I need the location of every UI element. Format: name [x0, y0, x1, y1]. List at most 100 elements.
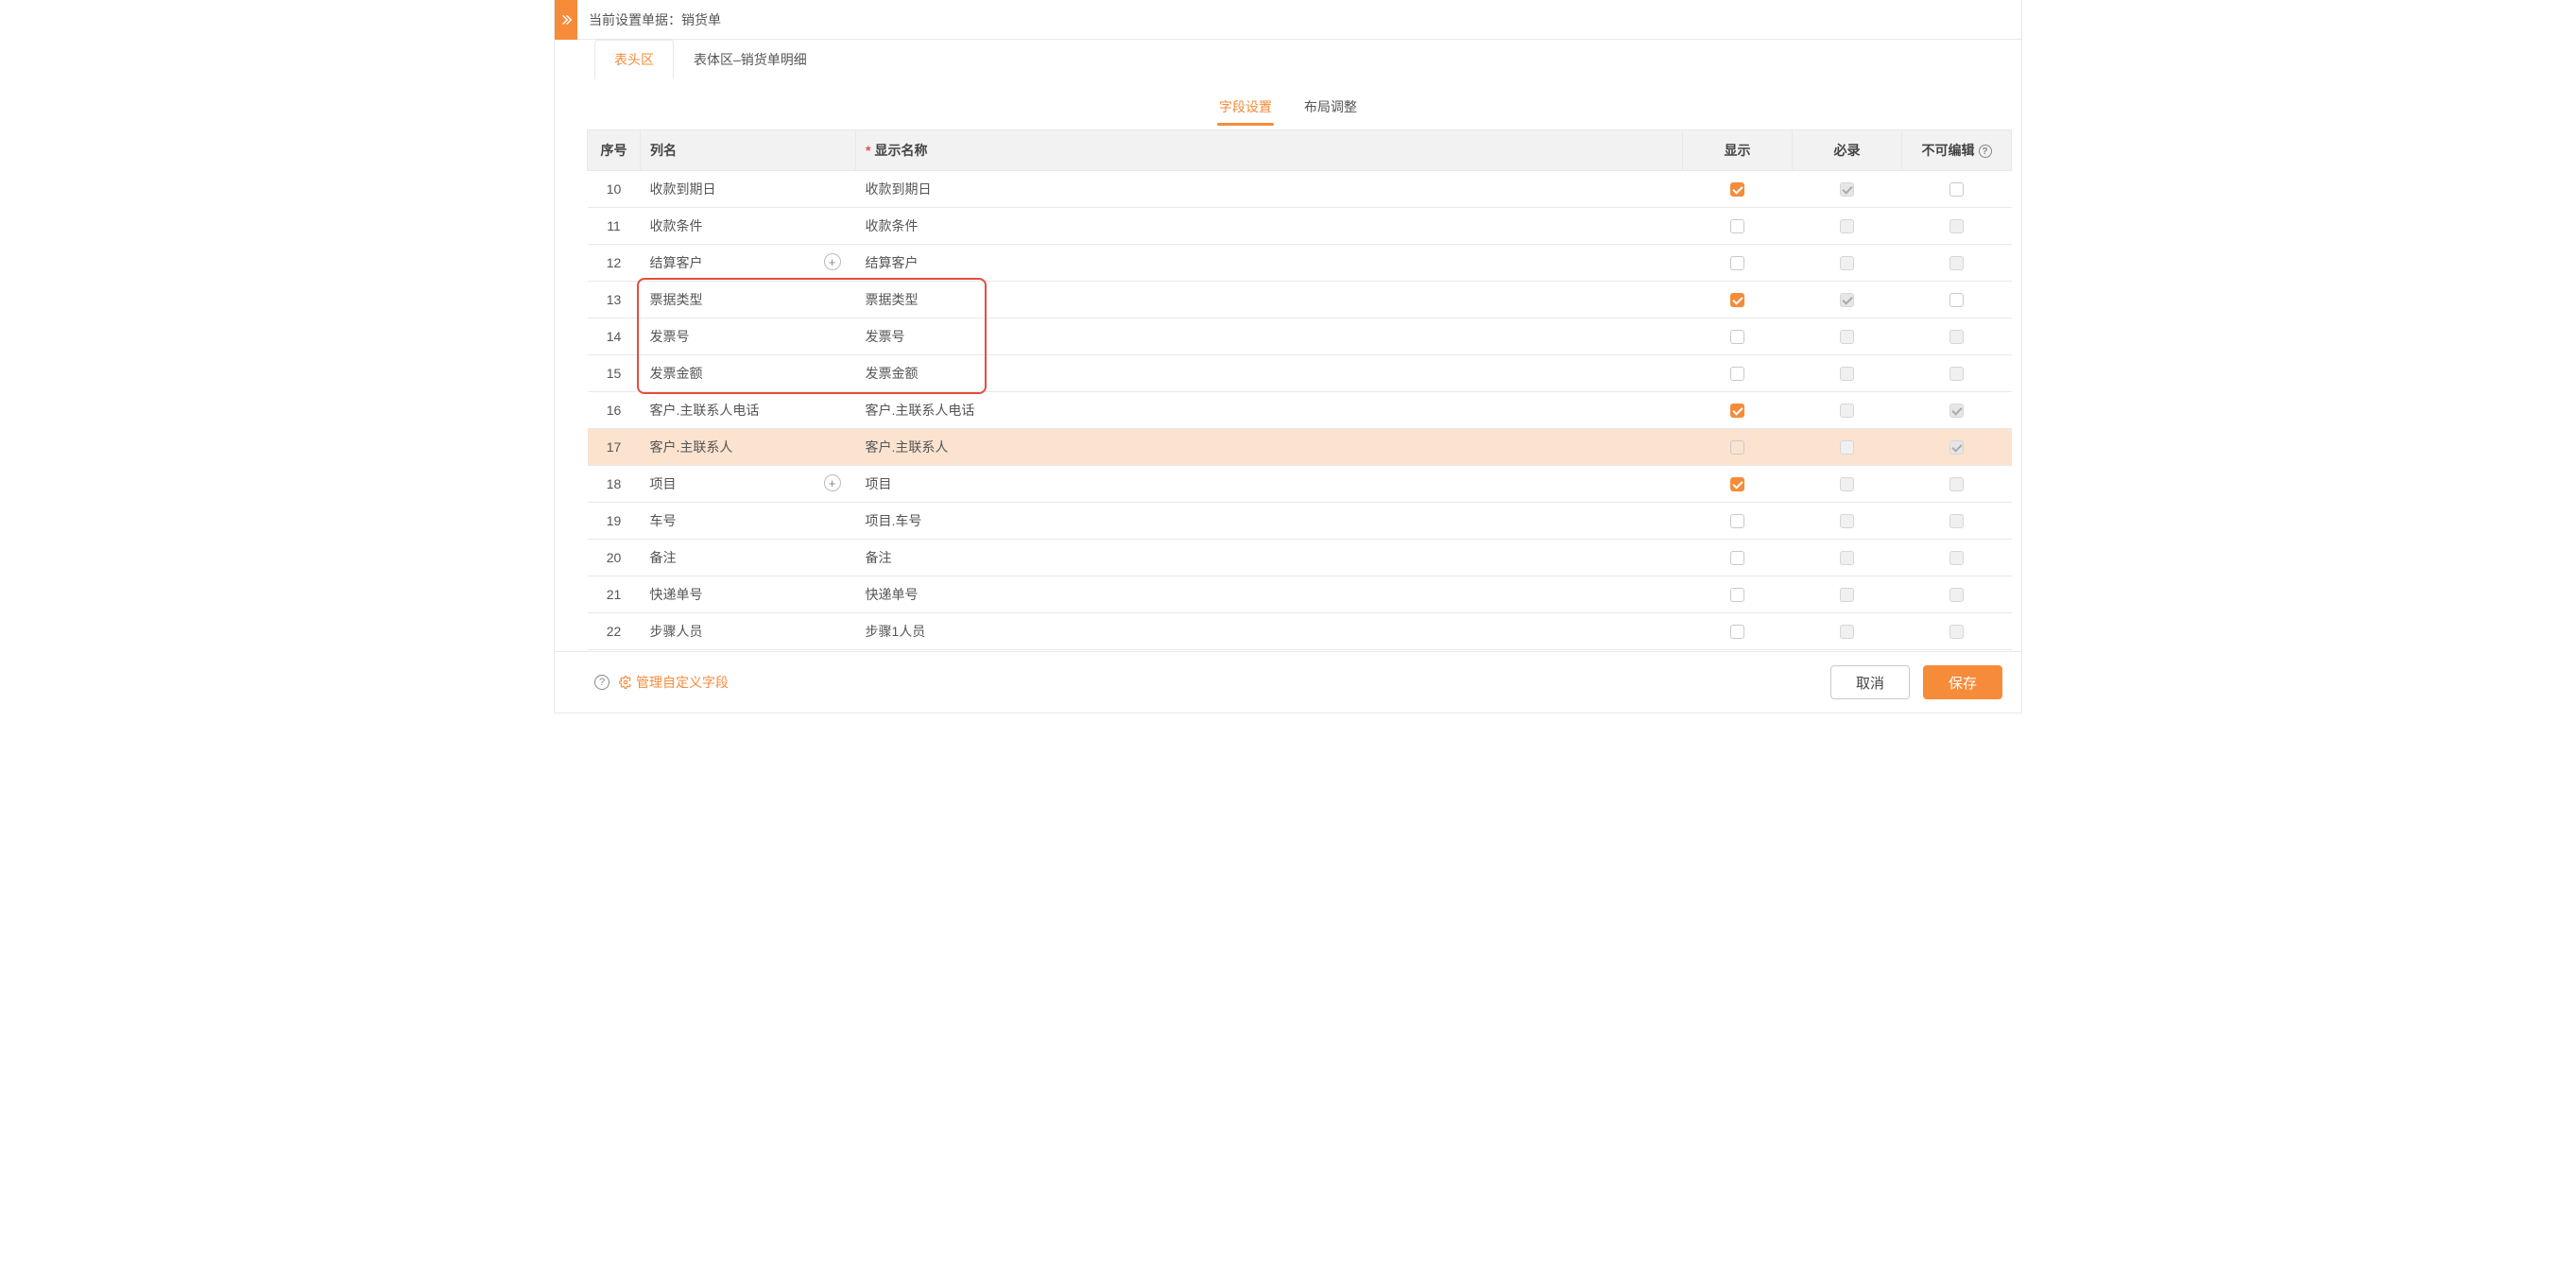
- table-row: 23预收款预收款: [588, 650, 2012, 652]
- cell-show: [1683, 503, 1793, 540]
- cancel-button[interactable]: 取消: [1830, 665, 1910, 699]
- cell-show: [1683, 355, 1793, 392]
- table-row: 19车号项目.车号: [588, 503, 2012, 540]
- cell-readonly: [1902, 503, 2012, 540]
- row-col-name: 客户.主联系人: [641, 429, 856, 466]
- checkbox-show[interactable]: [1730, 219, 1744, 233]
- row-display-name[interactable]: 备注: [856, 540, 1683, 576]
- cell-required: [1793, 540, 1902, 576]
- help-icon[interactable]: ?: [594, 675, 610, 690]
- row-seq: 15: [588, 355, 641, 392]
- cell-readonly: [1902, 282, 2012, 318]
- checkbox-readonly[interactable]: [1949, 182, 1964, 197]
- row-seq: 13: [588, 282, 641, 318]
- cell-show: [1683, 429, 1793, 466]
- row-display-name[interactable]: 客户.主联系人: [856, 429, 1683, 466]
- checkbox-show[interactable]: [1730, 367, 1744, 381]
- col-name-header: 列名: [641, 130, 856, 171]
- manage-link-text: 管理自定义字段: [636, 673, 729, 692]
- col-required-header: 必录: [1793, 130, 1902, 171]
- row-col-name-text: 收款条件: [650, 218, 703, 233]
- checkbox-show[interactable]: [1730, 551, 1744, 565]
- checkbox-show[interactable]: [1730, 514, 1744, 528]
- outer-tabs: 表头区表体区–销货单明细: [555, 39, 2021, 78]
- row-seq: 14: [588, 318, 641, 355]
- cell-show: [1683, 576, 1793, 613]
- save-button[interactable]: 保存: [1923, 665, 2002, 699]
- checkbox-readonly[interactable]: [1949, 293, 1964, 307]
- cell-required: [1793, 576, 1902, 613]
- manage-custom-fields-link[interactable]: 管理自定义字段: [619, 673, 729, 692]
- cell-readonly: [1902, 318, 2012, 355]
- row-display-name[interactable]: 客户.主联系人电话: [856, 392, 1683, 429]
- required-star-icon: *: [866, 143, 870, 158]
- checkbox-show[interactable]: [1730, 588, 1744, 602]
- row-display-name[interactable]: 项目.车号: [856, 503, 1683, 540]
- checkbox-show[interactable]: [1730, 404, 1744, 418]
- row-display-name[interactable]: 项目: [856, 466, 1683, 503]
- col-show-header: 显示: [1683, 130, 1793, 171]
- cell-required: [1793, 392, 1902, 429]
- row-col-name: 客户.主联系人电话: [641, 392, 856, 429]
- row-display-name[interactable]: 收款到期日: [856, 171, 1683, 208]
- row-display-name[interactable]: 收款条件: [856, 208, 1683, 245]
- checkbox-show[interactable]: [1730, 293, 1744, 307]
- help-icon[interactable]: ?: [1979, 145, 1992, 158]
- table-row: 13票据类型票据类型: [588, 282, 2012, 318]
- checkbox-readonly: [1949, 404, 1964, 418]
- checkbox-show[interactable]: [1730, 625, 1744, 639]
- checkbox-required: [1840, 293, 1854, 307]
- checkbox-required: [1840, 551, 1854, 565]
- row-seq: 19: [588, 503, 641, 540]
- outer-tab-0[interactable]: 表头区: [594, 40, 674, 79]
- checkbox-readonly: [1949, 514, 1964, 528]
- table-body: 10收款到期日收款到期日11收款条件收款条件12结算客户+结算客户13票据类型票…: [588, 171, 2012, 652]
- cell-readonly: [1902, 650, 2012, 652]
- table-wrap: 序号 列名 *显示名称 显示 必录 不可编辑? 10收款到期日收款到期日11收款…: [555, 126, 2021, 651]
- table-row: 18项目+项目: [588, 466, 2012, 503]
- add-sub-field-button[interactable]: +: [824, 474, 841, 491]
- row-col-name-text: 发票号: [650, 329, 690, 344]
- cell-show: [1683, 392, 1793, 429]
- checkbox-required: [1840, 440, 1854, 455]
- outer-tab-1[interactable]: 表体区–销货单明细: [674, 40, 827, 79]
- cell-required: [1793, 282, 1902, 318]
- table-row: 20备注备注: [588, 540, 2012, 576]
- row-display-name[interactable]: 结算客户: [856, 245, 1683, 282]
- expand-sidebar-button[interactable]: [555, 0, 577, 40]
- row-col-name: 发票金额: [641, 355, 856, 392]
- sub-tab-1[interactable]: 布局调整: [1302, 92, 1359, 126]
- checkbox-readonly: [1949, 625, 1964, 639]
- row-seq: 18: [588, 466, 641, 503]
- cell-show: [1683, 171, 1793, 208]
- row-col-name: 步骤人员: [641, 613, 856, 650]
- checkbox-show[interactable]: [1730, 440, 1744, 455]
- row-col-name-text: 发票金额: [650, 366, 703, 381]
- checkbox-readonly: [1949, 367, 1964, 381]
- table-row: 15 发票金额 发票金额: [588, 355, 2012, 392]
- row-display-name[interactable]: 发票号: [856, 318, 1683, 355]
- row-display-name[interactable]: 快递单号: [856, 576, 1683, 613]
- checkbox-show[interactable]: [1730, 477, 1744, 491]
- row-display-name[interactable]: 步骤1人员: [856, 613, 1683, 650]
- checkbox-required: [1840, 404, 1854, 418]
- sub-tab-0[interactable]: 字段设置: [1217, 92, 1274, 126]
- cell-required: [1793, 613, 1902, 650]
- cell-show: [1683, 245, 1793, 282]
- cell-readonly: [1902, 392, 2012, 429]
- table-row: 14 发票号 发票号: [588, 318, 2012, 355]
- checkbox-required: [1840, 330, 1854, 344]
- sub-tabs: 字段设置布局调整: [555, 78, 2021, 126]
- checkbox-required: [1840, 588, 1854, 602]
- row-display-name[interactable]: 发票金额: [856, 355, 1683, 392]
- checkbox-show[interactable]: [1730, 256, 1744, 270]
- add-sub-field-button[interactable]: +: [824, 253, 841, 270]
- row-display-name[interactable]: 票据类型: [856, 282, 1683, 318]
- checkbox-show[interactable]: [1730, 182, 1744, 197]
- checkbox-required: [1840, 625, 1854, 639]
- col-display-header: *显示名称: [856, 130, 1683, 171]
- cell-readonly: [1902, 429, 2012, 466]
- checkbox-show[interactable]: [1730, 330, 1744, 344]
- row-display-name[interactable]: 预收款: [856, 650, 1683, 652]
- checkbox-required: [1840, 367, 1854, 381]
